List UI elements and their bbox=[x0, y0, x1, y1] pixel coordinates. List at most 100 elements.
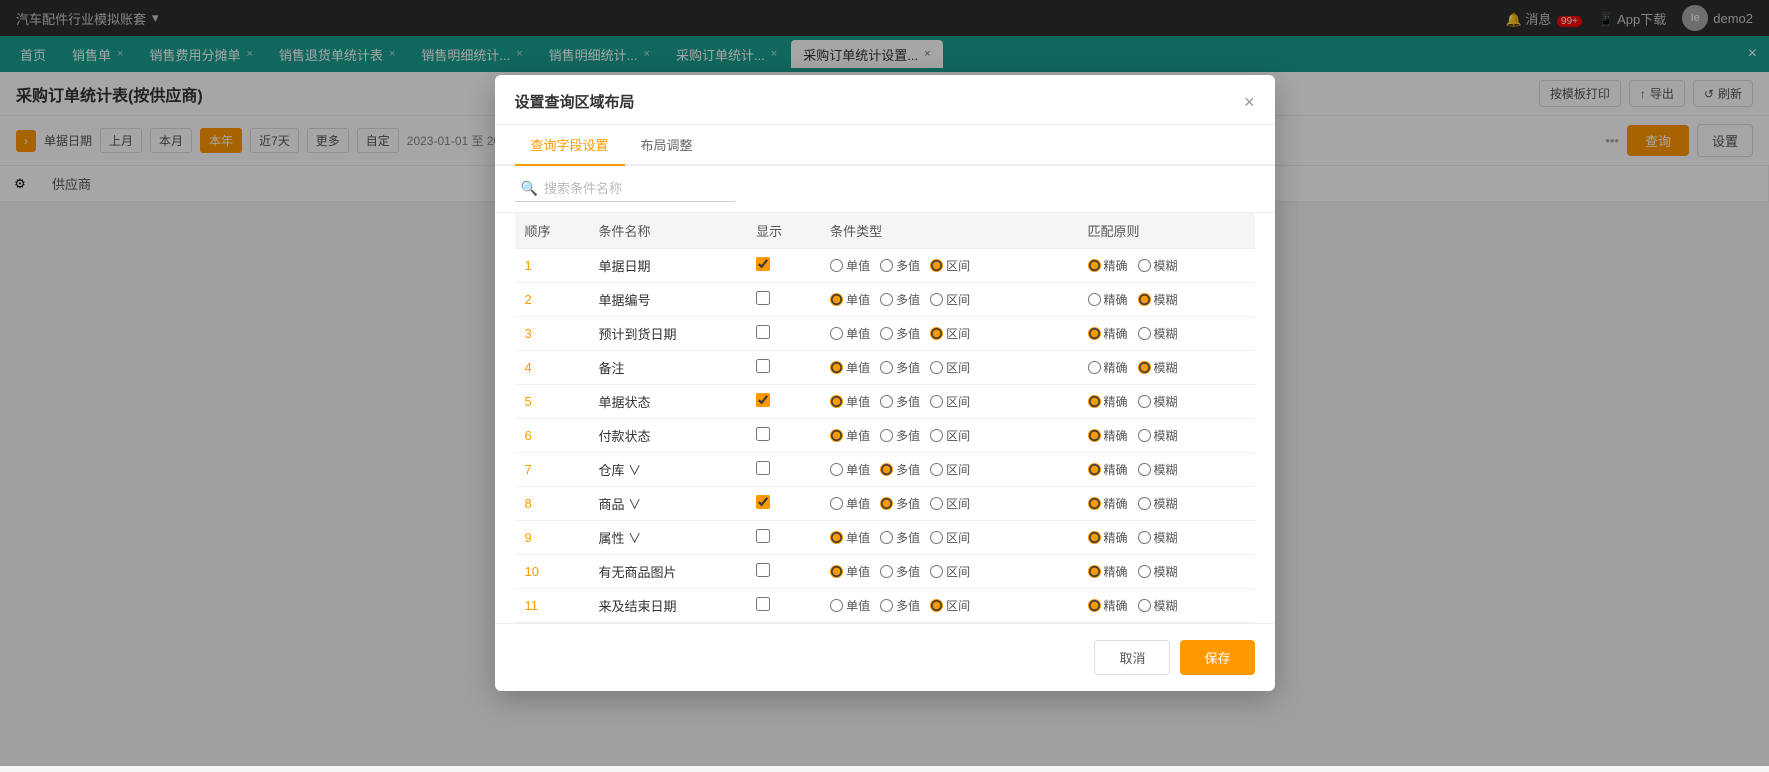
radio-match-模糊[interactable]: 模糊 bbox=[1138, 461, 1178, 478]
radio-type-单值[interactable]: 单值 bbox=[830, 257, 870, 274]
radio-type-单值[interactable]: 单值 bbox=[830, 495, 870, 512]
radio-match-精确[interactable]: 精确 bbox=[1088, 359, 1128, 376]
search-input[interactable] bbox=[544, 181, 704, 196]
radio-type-多值[interactable]: 多值 bbox=[880, 325, 920, 342]
display-checkbox-1[interactable] bbox=[756, 257, 770, 271]
display-checkbox-4[interactable] bbox=[756, 359, 770, 373]
row-condition-name: 单据日期 bbox=[589, 249, 747, 283]
radio-type-单值[interactable]: 单值 bbox=[830, 461, 870, 478]
radio-type-区间[interactable]: 区间 bbox=[930, 359, 970, 376]
display-checkbox-7[interactable] bbox=[756, 461, 770, 475]
row-display-cell[interactable] bbox=[746, 283, 820, 317]
radio-type-区间[interactable]: 区间 bbox=[930, 529, 970, 546]
row-condition-type: 单值多值区间 bbox=[820, 249, 1077, 283]
radio-type-多值[interactable]: 多值 bbox=[880, 529, 920, 546]
table-row: 4备注单值多值区间精确模糊 bbox=[515, 351, 1255, 385]
radio-type-单值[interactable]: 单值 bbox=[830, 359, 870, 376]
radio-type-单值[interactable]: 单值 bbox=[830, 427, 870, 444]
row-display-cell[interactable] bbox=[746, 555, 820, 589]
radio-type-区间[interactable]: 区间 bbox=[930, 257, 970, 274]
row-condition-name: 付款状态 bbox=[589, 419, 747, 453]
row-display-cell[interactable] bbox=[746, 385, 820, 419]
radio-type-区间[interactable]: 区间 bbox=[930, 461, 970, 478]
display-checkbox-11[interactable] bbox=[756, 597, 770, 611]
th-order: 顺序 bbox=[515, 213, 589, 249]
radio-type-单值[interactable]: 单值 bbox=[830, 325, 870, 342]
radio-type-区间[interactable]: 区间 bbox=[930, 393, 970, 410]
radio-match-模糊[interactable]: 模糊 bbox=[1138, 495, 1178, 512]
radio-type-多值[interactable]: 多值 bbox=[880, 393, 920, 410]
save-button[interactable]: 保存 bbox=[1180, 640, 1254, 675]
row-order: 11 bbox=[515, 589, 589, 623]
radio-type-区间[interactable]: 区间 bbox=[930, 291, 970, 308]
row-display-cell[interactable] bbox=[746, 521, 820, 555]
radio-match-精确[interactable]: 精确 bbox=[1088, 393, 1128, 410]
row-condition-name: 有无商品图片 bbox=[589, 555, 747, 589]
radio-type-区间[interactable]: 区间 bbox=[930, 563, 970, 580]
radio-match-模糊[interactable]: 模糊 bbox=[1138, 427, 1178, 444]
row-display-cell[interactable] bbox=[746, 589, 820, 623]
radio-type-多值[interactable]: 多值 bbox=[880, 495, 920, 512]
radio-type-多值[interactable]: 多值 bbox=[880, 257, 920, 274]
radio-match-模糊[interactable]: 模糊 bbox=[1138, 257, 1178, 274]
radio-match-精确[interactable]: 精确 bbox=[1088, 563, 1128, 580]
radio-match-精确[interactable]: 精确 bbox=[1088, 529, 1128, 546]
radio-type-区间[interactable]: 区间 bbox=[930, 427, 970, 444]
radio-match-模糊[interactable]: 模糊 bbox=[1138, 597, 1178, 614]
display-checkbox-10[interactable] bbox=[756, 563, 770, 577]
dialog-search-area: 🔍 bbox=[495, 166, 1275, 213]
radio-match-精确[interactable]: 精确 bbox=[1088, 257, 1128, 274]
radio-match-精确[interactable]: 精确 bbox=[1088, 597, 1128, 614]
radio-type-多值[interactable]: 多值 bbox=[880, 461, 920, 478]
row-order: 7 bbox=[515, 453, 589, 487]
radio-type-单值[interactable]: 单值 bbox=[830, 291, 870, 308]
row-match-principle: 精确模糊 bbox=[1078, 589, 1255, 623]
radio-type-多值[interactable]: 多值 bbox=[880, 359, 920, 376]
radio-type-单值[interactable]: 单值 bbox=[830, 393, 870, 410]
row-display-cell[interactable] bbox=[746, 419, 820, 453]
radio-match-精确[interactable]: 精确 bbox=[1088, 461, 1128, 478]
dialog-close-button[interactable]: × bbox=[1244, 93, 1255, 111]
radio-match-模糊[interactable]: 模糊 bbox=[1138, 325, 1178, 342]
row-match-principle: 精确模糊 bbox=[1078, 453, 1255, 487]
dialog-tab-layout[interactable]: 布局调整 bbox=[625, 125, 709, 166]
table-row: 6付款状态 单值多值区间 精确模糊 bbox=[515, 419, 1255, 453]
display-checkbox-3[interactable] bbox=[756, 325, 770, 339]
radio-match-模糊[interactable]: 模糊 bbox=[1138, 529, 1178, 546]
radio-type-单值[interactable]: 单值 bbox=[830, 529, 870, 546]
display-checkbox-9[interactable] bbox=[756, 529, 770, 543]
radio-type-单值[interactable]: 单值 bbox=[830, 563, 870, 580]
radio-match-精确[interactable]: 精确 bbox=[1088, 427, 1128, 444]
radio-type-多值[interactable]: 多值 bbox=[880, 597, 920, 614]
radio-match-模糊[interactable]: 模糊 bbox=[1138, 563, 1178, 580]
cancel-button[interactable]: 取消 bbox=[1094, 640, 1170, 675]
display-checkbox-8[interactable] bbox=[756, 495, 770, 509]
radio-match-精确[interactable]: 精确 bbox=[1088, 495, 1128, 512]
radio-match-模糊[interactable]: 模糊 bbox=[1138, 359, 1178, 376]
radio-match-模糊[interactable]: 模糊 bbox=[1138, 393, 1178, 410]
row-condition-type: 单值多值区间 bbox=[820, 453, 1077, 487]
table-row: 11来及结束日期单值多值区间精确模糊 bbox=[515, 589, 1255, 623]
radio-type-区间[interactable]: 区间 bbox=[930, 597, 970, 614]
row-match-principle: 精确模糊 bbox=[1078, 351, 1255, 385]
radio-type-区间[interactable]: 区间 bbox=[930, 495, 970, 512]
row-display-cell[interactable] bbox=[746, 487, 820, 521]
row-order: 6 bbox=[515, 419, 589, 453]
radio-type-单值[interactable]: 单值 bbox=[830, 597, 870, 614]
radio-match-模糊[interactable]: 模糊 bbox=[1138, 291, 1178, 308]
radio-type-多值[interactable]: 多值 bbox=[880, 563, 920, 580]
row-display-cell[interactable] bbox=[746, 317, 820, 351]
row-display-cell[interactable] bbox=[746, 249, 820, 283]
radio-type-多值[interactable]: 多值 bbox=[880, 291, 920, 308]
display-checkbox-2[interactable] bbox=[756, 291, 770, 305]
radio-type-区间[interactable]: 区间 bbox=[930, 325, 970, 342]
display-checkbox-5[interactable] bbox=[756, 393, 770, 407]
dialog-tab-query-fields[interactable]: 查询字段设置 bbox=[515, 125, 625, 166]
radio-type-多值[interactable]: 多值 bbox=[880, 427, 920, 444]
radio-match-精确[interactable]: 精确 bbox=[1088, 325, 1128, 342]
display-checkbox-6[interactable] bbox=[756, 427, 770, 441]
row-display-cell[interactable] bbox=[746, 453, 820, 487]
row-display-cell[interactable] bbox=[746, 351, 820, 385]
radio-match-精确[interactable]: 精确 bbox=[1088, 291, 1128, 308]
table-row: 9属性 ∨单值多值区间精确模糊 bbox=[515, 521, 1255, 555]
